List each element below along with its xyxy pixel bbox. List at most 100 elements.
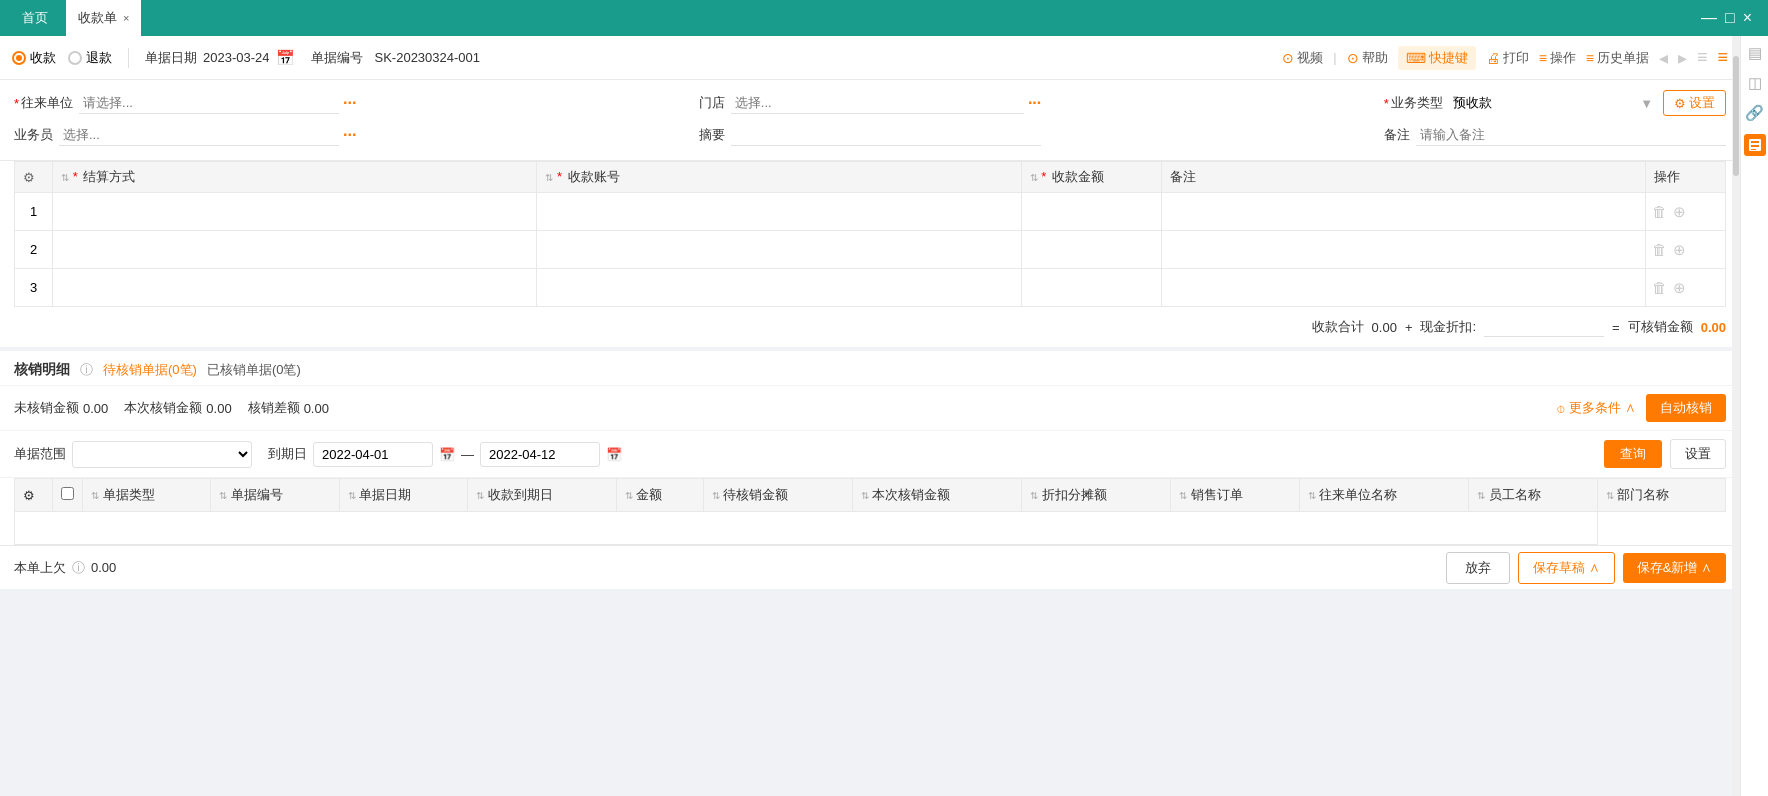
history-btn[interactable]: ≡ 历史单据 [1586,49,1649,67]
staff-more-icon[interactable]: ··· [343,126,356,144]
sub-th-11: ⇅ 部门名称 [1597,479,1725,512]
settle-input-0[interactable] [53,193,536,230]
radio-refund-dot [68,51,82,65]
filter-setting-btn[interactable]: 设置 [1670,439,1726,469]
delete-icon-0[interactable]: 🗑 [1652,203,1667,220]
row-settle-2[interactable] [53,269,537,307]
copy-icon-2[interactable]: ⊕ [1673,279,1686,297]
window-maximize[interactable]: □ [1725,9,1735,27]
tab-close-icon[interactable]: × [123,12,129,24]
sub-th-9: ⇅ 往来单位名称 [1299,479,1469,512]
unchecked-value: 0.00 [83,401,108,416]
sub-sort-icon-9: ⇅ [1308,490,1316,501]
row-amount-1[interactable] [1021,231,1161,269]
partner-input[interactable] [79,92,339,114]
delete-icon-2[interactable]: 🗑 [1652,279,1667,296]
summary-field: 摘要 [699,124,1041,146]
account-input-1[interactable] [537,231,1020,268]
copy-icon-0[interactable]: ⊕ [1673,203,1686,221]
help-btn[interactable]: ⊙ 帮助 [1347,49,1388,67]
toolbar-no-field: 单据编号 SK-20230324-001 [311,49,481,67]
section-info-icon[interactable]: ⓘ [80,361,93,379]
account-input-2[interactable] [537,269,1020,306]
save-draft-btn[interactable]: 保存草稿 ∧ [1518,552,1615,584]
row-remark-0[interactable] [1161,193,1645,231]
cal-to-icon[interactable]: 📅 [606,447,622,462]
row-remark-1[interactable] [1161,231,1645,269]
discount-label: 现金折扣: [1420,318,1476,336]
copy-icon-1[interactable]: ⊕ [1673,241,1686,259]
select-all-checkbox[interactable] [61,487,74,500]
save-new-btn[interactable]: 保存&新增 ∧ [1623,553,1726,583]
radio-receipt[interactable]: 收款 [12,49,56,67]
tab-active[interactable]: 收款单 × [66,0,141,36]
remark-input[interactable] [1416,124,1726,146]
pending-tab[interactable]: 待核销单据(0笔) [103,361,197,379]
date-from-input[interactable] [313,442,433,467]
video-btn[interactable]: ⊙ 视频 [1282,49,1323,67]
row-settle-1[interactable] [53,231,537,269]
settle-input-2[interactable] [53,269,536,306]
sidebar-icon-4[interactable] [1744,134,1766,156]
row-no-2: 3 [15,269,53,307]
settle-input-1[interactable] [53,231,536,268]
query-btn[interactable]: 查询 [1604,440,1662,468]
date-value: 2023-03-24 [203,50,270,65]
sidebar-icon-2[interactable]: ◫ [1748,74,1762,92]
more-filter-btn[interactable]: ⌽ 更多条件 ∧ [1557,399,1636,417]
abandon-btn[interactable]: 放弃 [1446,552,1510,584]
calendar-icon[interactable]: 📅 [276,49,295,67]
footer-info-icon[interactable]: ⓘ [72,559,85,577]
operation-btn[interactable]: ≡ 操作 [1539,49,1576,67]
settings-label: 设置 [1689,94,1715,112]
row-amount-0[interactable] [1021,193,1161,231]
print-btn[interactable]: 🖨 打印 [1486,49,1529,67]
radio-refund[interactable]: 退款 [68,49,112,67]
window-close[interactable]: × [1743,9,1752,27]
sidebar-icon-3[interactable]: 🔗 [1745,104,1764,122]
auto-reconcile-btn[interactable]: 自动核销 [1646,394,1726,422]
account-input-0[interactable] [537,193,1020,230]
amount-input-0[interactable] [1022,193,1161,230]
store-more-icon[interactable]: ··· [1028,94,1041,112]
section-header: 核销明细 ⓘ 待核销单据(0笔) 已核销单据(0笔) [0,351,1740,386]
row-account-0[interactable] [537,193,1021,231]
staff-input[interactable] [59,124,339,146]
row-account-1[interactable] [537,231,1021,269]
discount-input[interactable] [1484,317,1604,337]
tab-home[interactable]: 首页 [8,0,62,36]
radio-group: 收款 退款 [12,49,112,67]
th-gear[interactable]: ⚙ [15,162,53,193]
tab-bar-right: — □ × [1701,9,1760,27]
delete-icon-1[interactable]: 🗑 [1652,241,1667,258]
receipt-table-wrapper: ⚙ ⇅ * 结算方式 ⇅ * 收款账号 ⇅ * 收款 [0,161,1740,307]
scrollbar-thumb[interactable] [1733,56,1739,176]
summary-input[interactable] [731,124,1041,146]
store-input[interactable] [731,92,1024,114]
range-select[interactable] [72,441,252,468]
sidebar-icon-1[interactable]: ▤ [1748,44,1762,62]
help-label: 帮助 [1362,49,1388,67]
remark-input-0[interactable] [1162,193,1645,230]
th-checkbox[interactable] [53,479,83,512]
sub-th-gear[interactable]: ⚙ [15,479,53,512]
amount-input-2[interactable] [1022,269,1161,306]
cal-from-icon[interactable]: 📅 [439,447,455,462]
row-settle-0[interactable] [53,193,537,231]
settings-button[interactable]: ⚙ 设置 [1663,90,1726,116]
stats-right: ⌽ 更多条件 ∧ 自动核销 [1557,394,1726,422]
partner-more-icon[interactable]: ··· [343,94,356,112]
row-remark-2[interactable] [1161,269,1645,307]
biz-dropdown-icon[interactable]: ▼ [1640,96,1653,111]
amount-input-1[interactable] [1022,231,1161,268]
date-to-input[interactable] [480,442,600,467]
remark-input-2[interactable] [1162,269,1645,306]
save-new-label: 保存&新增 ∧ [1637,559,1712,577]
row-account-2[interactable] [537,269,1021,307]
remark-input-1[interactable] [1162,231,1645,268]
done-tab[interactable]: 已核销单据(0笔) [207,361,301,379]
scrollbar[interactable] [1732,36,1740,796]
shortcut-btn[interactable]: ⌨ 快捷键 [1398,46,1476,70]
row-amount-2[interactable] [1021,269,1161,307]
window-minimize[interactable]: — [1701,9,1717,27]
